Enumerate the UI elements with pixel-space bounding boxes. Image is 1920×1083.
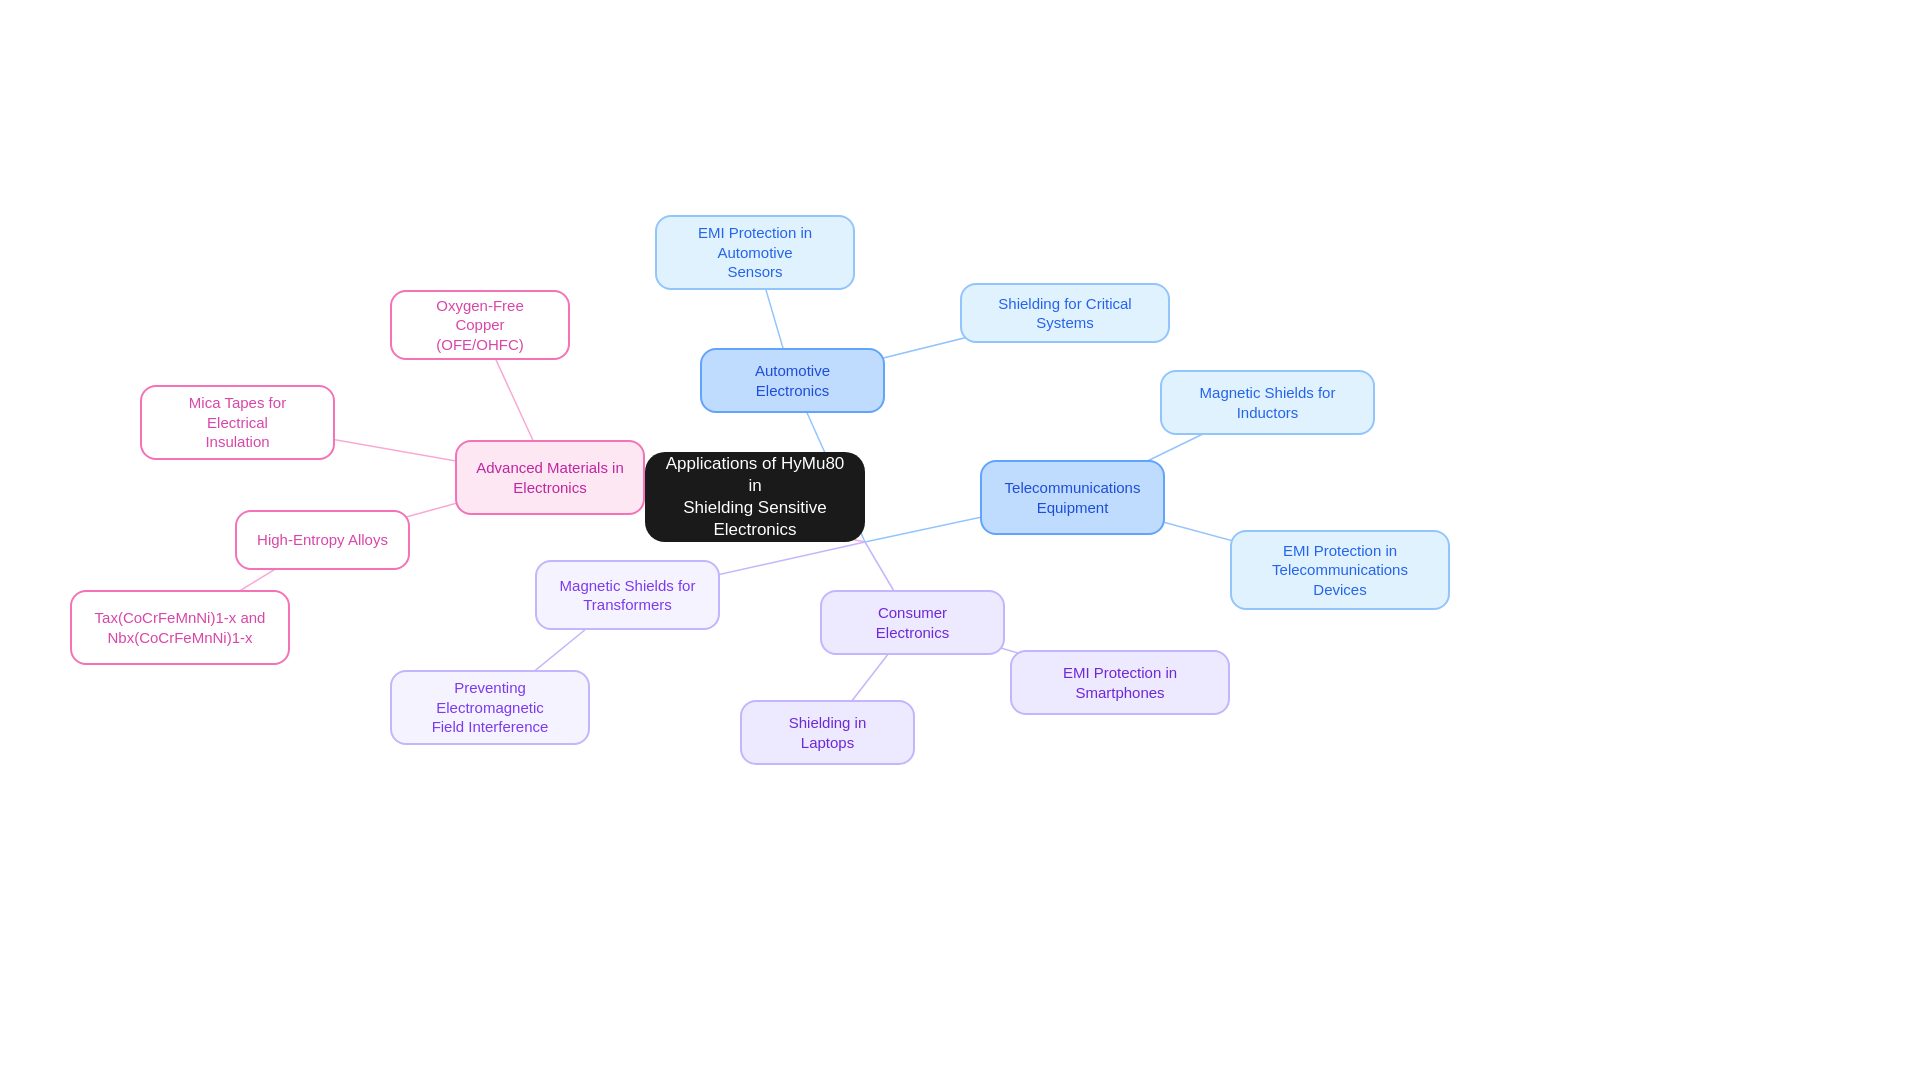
emi-telecom-devices-label: EMI Protection in Telecommunications Dev… [1250,541,1430,600]
advanced-materials-node: Advanced Materials in Electronics [455,440,645,515]
consumer-electronics-label: Consumer Electronics [840,603,985,642]
magnetic-shields-transformers-node: Magnetic Shields for Transformers [535,560,720,630]
center-label: Applications of HyMu80 in Shielding Sens… [663,453,847,541]
shielding-laptops-label: Shielding in Laptops [760,713,895,752]
tax-alloys-node: Tax(CoCrFeMnNi)1-x and Nbx(CoCrFeMnNi)1-… [70,590,290,665]
oxygen-free-copper-node: Oxygen-Free Copper (OFE/OHFC) [390,290,570,360]
magnetic-shields-inductors-node: Magnetic Shields for Inductors [1160,370,1375,435]
magnetic-shields-transformers-label: Magnetic Shields for Transformers [560,576,696,615]
high-entropy-alloys-node: High-Entropy Alloys [235,510,410,570]
shielding-critical-label: Shielding for Critical Systems [980,294,1150,333]
preventing-emi-node: Preventing Electromagnetic Field Interfe… [390,670,590,745]
mica-tapes-label: Mica Tapes for Electrical Insulation [160,393,315,452]
emi-automotive-sensors-node: EMI Protection in Automotive Sensors [655,215,855,290]
mica-tapes-node: Mica Tapes for Electrical Insulation [140,385,335,460]
center-node: Applications of HyMu80 in Shielding Sens… [645,452,865,542]
advanced-materials-label: Advanced Materials in Electronics [476,458,624,497]
high-entropy-alloys-label: High-Entropy Alloys [257,530,388,550]
emi-smartphones-label: EMI Protection in Smartphones [1030,663,1210,702]
emi-smartphones-node: EMI Protection in Smartphones [1010,650,1230,715]
emi-telecom-devices-node: EMI Protection in Telecommunications Dev… [1230,530,1450,610]
preventing-emi-label: Preventing Electromagnetic Field Interfe… [410,678,570,737]
shielding-laptops-node: Shielding in Laptops [740,700,915,765]
oxygen-free-copper-label: Oxygen-Free Copper (OFE/OHFC) [410,296,550,355]
magnetic-shields-inductors-label: Magnetic Shields for Inductors [1180,383,1355,422]
automotive-electronics-node: Automotive Electronics [700,348,885,413]
tax-alloys-label: Tax(CoCrFeMnNi)1-x and Nbx(CoCrFeMnNi)1-… [95,608,266,647]
emi-automotive-sensors-label: EMI Protection in Automotive Sensors [675,223,835,282]
telecom-equipment-node: Telecommunications Equipment [980,460,1165,535]
consumer-electronics-node: Consumer Electronics [820,590,1005,655]
shielding-critical-node: Shielding for Critical Systems [960,283,1170,343]
telecom-equipment-label: Telecommunications Equipment [1005,478,1141,517]
automotive-electronics-label: Automotive Electronics [720,361,865,400]
